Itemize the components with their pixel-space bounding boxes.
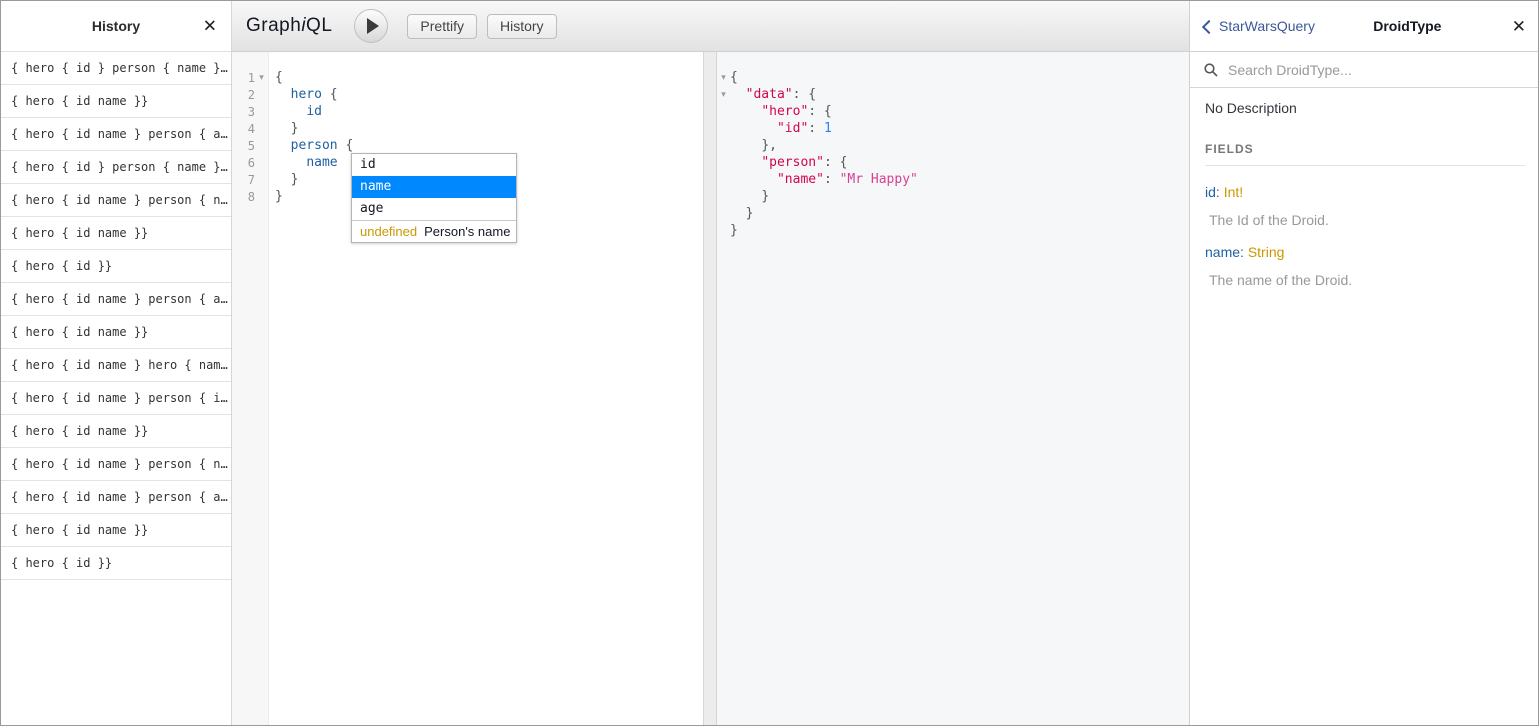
doc-field-item: name: String <box>1205 244 1525 260</box>
doc-field-item: id: Int! <box>1205 184 1525 200</box>
history-item[interactable]: { hero { id } person { name }… <box>1 151 231 184</box>
hint-item[interactable]: name <box>352 176 516 198</box>
execute-button[interactable] <box>354 9 388 43</box>
line-number: 8 <box>232 188 268 205</box>
history-item[interactable]: { hero { id name }} <box>1 514 231 547</box>
doc-search-input[interactable] <box>1226 61 1526 79</box>
code-line: hero { <box>275 86 703 103</box>
history-item[interactable]: { hero { id name } person { a… <box>1 481 231 514</box>
history-button[interactable]: History <box>487 14 557 39</box>
fold-arrow-icon: ▾ <box>255 69 268 86</box>
result-line: { <box>730 69 1189 86</box>
line-number: 6 <box>232 154 268 171</box>
graphiql-logo: GraphiQL <box>246 15 332 37</box>
fold-spacer <box>717 120 730 137</box>
hint-info-row: undefined Person's name <box>352 220 516 242</box>
logo-text: Graph <box>246 15 301 36</box>
hint-type-label: undefined <box>360 224 417 239</box>
doc-back-label: StarWarsQuery <box>1219 18 1315 34</box>
history-item[interactable]: { hero { id name } person { n… <box>1 448 231 481</box>
prettify-button[interactable]: Prettify <box>407 14 477 39</box>
doc-back-link[interactable]: StarWarsQuery <box>1204 18 1315 34</box>
fold-spacer <box>717 188 730 205</box>
hint-description: Person's name <box>424 224 510 239</box>
code-line: person { <box>275 137 703 154</box>
play-icon <box>367 18 379 34</box>
doc-explorer: StarWarsQuery DroidType ✕ No Description… <box>1189 1 1539 725</box>
line-number: 5 <box>232 137 268 154</box>
pane-resize-handle[interactable] <box>703 52 717 725</box>
field-description: The name of the Droid. <box>1209 272 1525 288</box>
doc-title: DroidType <box>1315 18 1508 34</box>
history-item[interactable]: { hero { id name } person { a… <box>1 283 231 316</box>
result-line: } <box>730 188 1189 205</box>
history-item[interactable]: { hero { id name } hero { nam… <box>1 349 231 382</box>
fold-arrow-icon: ▾ <box>717 69 730 86</box>
history-close-icon[interactable]: ✕ <box>203 18 217 35</box>
result-line: "hero": { <box>730 103 1189 120</box>
result-line: "name": "Mr Happy" <box>730 171 1189 188</box>
line-number: 1▾ <box>232 69 268 86</box>
doc-search-bar <box>1190 52 1539 88</box>
fields-list: id: Int! The Id of the Droid. name: String… <box>1205 184 1525 288</box>
history-item[interactable]: { hero { id name }} <box>1 217 231 250</box>
line-number: 7 <box>232 171 268 188</box>
search-icon <box>1204 63 1218 77</box>
history-panel-title: History <box>92 18 140 34</box>
history-header: History ✕ <box>1 1 231 52</box>
code-line: id <box>275 103 703 120</box>
history-item[interactable]: { hero { id name } person { n… <box>1 184 231 217</box>
code-line: { <box>275 69 703 86</box>
editor-gutter: 1▾2345678 <box>232 52 269 725</box>
result-line: "data": { <box>730 86 1189 103</box>
history-item[interactable]: { hero { id name }} <box>1 85 231 118</box>
line-number: 4 <box>232 120 268 137</box>
toolbar: GraphiQL Prettify History <box>232 1 1189 52</box>
fold-spacer <box>717 222 730 239</box>
line-number: 3 <box>232 103 268 120</box>
graphiql-app: History ✕ { hero { id } person { name }…… <box>0 0 1539 726</box>
result-line: "id": 1 <box>730 120 1189 137</box>
line-number: 2 <box>232 86 268 103</box>
doc-close-icon[interactable]: ✕ <box>1512 18 1526 35</box>
type-description: No Description <box>1205 100 1525 116</box>
logo-text-suffix: QL <box>306 15 332 36</box>
history-item[interactable]: { hero { id name } person { a… <box>1 118 231 151</box>
fold-arrow-icon: ▾ <box>717 86 730 103</box>
fold-spacer <box>717 205 730 222</box>
result-code: { "data": { "hero": { "id": 1 }, "person… <box>730 52 1189 725</box>
history-list: { hero { id } person { name }…{ hero { i… <box>1 52 231 580</box>
history-item[interactable]: { hero { id }} <box>1 547 231 580</box>
fold-spacer <box>717 137 730 154</box>
history-item[interactable]: { hero { id name }} <box>1 415 231 448</box>
field-name-link[interactable]: name <box>1205 244 1240 260</box>
field-description: The Id of the Droid. <box>1209 212 1525 228</box>
hint-item[interactable]: id <box>352 154 516 176</box>
result-viewer: ▾▾ { "data": { "hero": { "id": 1 }, "per… <box>717 52 1189 725</box>
hint-list: idnameage <box>352 154 516 220</box>
type-name-link[interactable]: String <box>1248 244 1285 260</box>
fold-spacer <box>717 154 730 171</box>
doc-explorer-header: StarWarsQuery DroidType ✕ <box>1190 1 1539 52</box>
history-item[interactable]: { hero { id name }} <box>1 316 231 349</box>
history-item[interactable]: { hero { id name } person { i… <box>1 382 231 415</box>
doc-content: No Description FIELDS id: Int! The Id of … <box>1190 88 1539 316</box>
history-item[interactable]: { hero { id } person { name }… <box>1 52 231 85</box>
result-line: } <box>730 222 1189 239</box>
field-name-link[interactable]: id <box>1205 184 1216 200</box>
type-name-link[interactable]: Int! <box>1224 184 1243 200</box>
fields-section-header: FIELDS <box>1205 142 1525 166</box>
autocomplete-dropdown: idnameage undefined Person's name <box>351 153 517 243</box>
chevron-left-icon <box>1202 19 1216 33</box>
history-panel: History ✕ { hero { id } person { name }…… <box>1 1 232 725</box>
fold-spacer <box>717 103 730 120</box>
result-line: } <box>730 205 1189 222</box>
result-fold-gutter: ▾▾ <box>717 52 730 725</box>
code-line: } <box>275 120 703 137</box>
result-line: "person": { <box>730 154 1189 171</box>
fold-spacer <box>717 171 730 188</box>
result-line: }, <box>730 137 1189 154</box>
history-item[interactable]: { hero { id }} <box>1 250 231 283</box>
hint-item[interactable]: age <box>352 198 516 220</box>
